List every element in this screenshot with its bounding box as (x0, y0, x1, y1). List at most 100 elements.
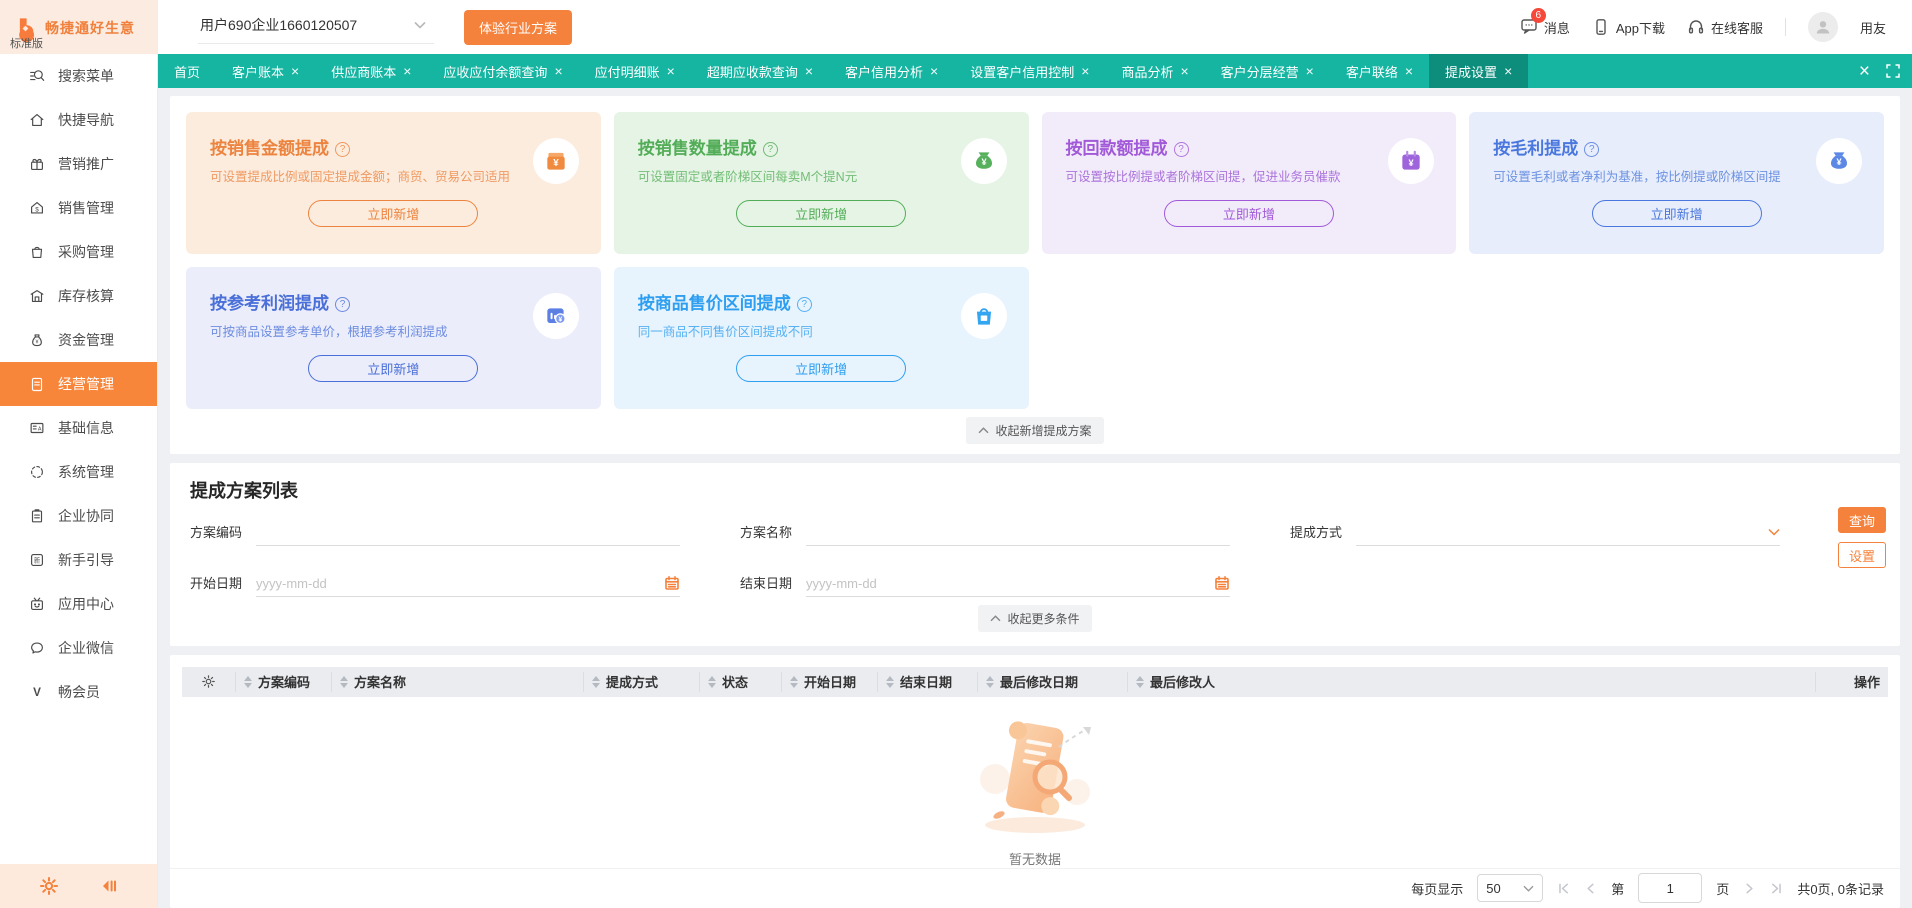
close-tab-icon[interactable] (1180, 63, 1188, 79)
tab-ar-ap-balance[interactable]: 应收应付余额查询 (427, 54, 578, 88)
settings-button[interactable]: 设置 (1838, 542, 1886, 568)
close-tab-icon[interactable] (1405, 63, 1413, 79)
empty-data-illustration (980, 721, 1092, 833)
column-start-date[interactable]: 开始日期 (782, 671, 878, 692)
sort-icons[interactable] (244, 675, 252, 688)
add-now-button[interactable]: 立即新增 (308, 199, 479, 227)
tab-customer-ledger[interactable]: 客户账本 (216, 54, 315, 88)
close-tab-icon[interactable] (1081, 63, 1089, 79)
collapse-cards-button[interactable]: 收起新增提成方案 (966, 417, 1104, 444)
column-plan-name[interactable]: 方案名称 (332, 671, 584, 692)
column-settings-button[interactable] (182, 671, 236, 692)
tab-credit-analysis[interactable]: 客户信用分析 (829, 54, 954, 88)
tab-supplier-ledger[interactable]: 供应商账本 (315, 54, 427, 88)
trial-plan-button[interactable]: 体验行业方案 (464, 9, 573, 45)
chevron-down-icon[interactable] (1768, 528, 1780, 536)
page-size-select[interactable]: 50 (1477, 874, 1544, 903)
sort-icons[interactable] (592, 675, 600, 688)
sidebar-item-operations[interactable]: 经营管理 (0, 362, 157, 406)
add-now-button[interactable]: 立即新增 (1591, 199, 1762, 227)
first-page-icon[interactable] (1557, 882, 1570, 895)
close-tab-icon[interactable] (667, 63, 675, 79)
tab-overdue-ar[interactable]: 超期应收款查询 (691, 54, 829, 88)
settings-gear-icon[interactable] (39, 876, 59, 896)
sidebar-item-inventory[interactable]: 库存核算 (0, 274, 157, 318)
tab-home[interactable]: 首页 (158, 54, 216, 88)
sort-icons[interactable] (986, 675, 994, 688)
tab-ap-detail[interactable]: 应付明细账 (579, 54, 691, 88)
sidebar-item-sales-mgmt[interactable]: $ 销售管理 (0, 186, 157, 230)
end-date-input[interactable] (806, 575, 1208, 591)
sidebar-item-label: 企业微信 (58, 640, 114, 656)
collapse-filters-button[interactable]: 收起更多条件 (978, 605, 1092, 632)
close-tab-icon[interactable] (291, 63, 299, 79)
column-end-date[interactable]: 结束日期 (878, 671, 978, 692)
close-tab-icon[interactable] (1306, 63, 1314, 79)
sidebar-item-member[interactable]: V 畅会员 (0, 670, 157, 714)
sidebar-item-quick-nav[interactable]: 快捷导航 (0, 98, 157, 142)
add-now-button[interactable]: 立即新增 (736, 354, 907, 382)
tab-customer-contact[interactable]: 客户联络 (1330, 54, 1429, 88)
close-tab-icon[interactable] (403, 63, 411, 79)
sidebar-item-funds[interactable]: ¥ 资金管理 (0, 318, 157, 362)
column-label: 状态 (722, 675, 749, 691)
sort-icons[interactable] (340, 675, 348, 688)
avatar[interactable] (1807, 12, 1838, 42)
sort-icons[interactable] (708, 675, 716, 688)
plan-name-input[interactable] (806, 524, 1230, 540)
sidebar-item-collaboration[interactable]: 企业协同 (0, 494, 157, 538)
help-icon[interactable] (335, 142, 350, 157)
sort-icons[interactable] (1136, 675, 1144, 688)
column-plan-code[interactable]: 方案编码 (236, 671, 332, 692)
sort-icons[interactable] (790, 675, 798, 688)
sidebar-item-beginner-guide[interactable]: 新 新手引导 (0, 538, 157, 582)
help-icon[interactable] (1173, 142, 1189, 157)
query-button[interactable]: 查询 (1838, 507, 1886, 533)
help-icon[interactable] (1584, 142, 1600, 157)
card-sales-qty-commission: 按销售数量提成 可设置固定或者阶梯区间每卖M个提N元 ¥ 立即新增 (613, 112, 1029, 254)
help-icon[interactable] (335, 297, 350, 312)
column-status[interactable]: 状态 (700, 671, 782, 692)
commission-type-select[interactable] (1356, 524, 1762, 540)
fullscreen-icon[interactable] (1886, 64, 1900, 78)
tab-commission-settings[interactable]: 提成设置 (1429, 54, 1529, 88)
last-page-icon[interactable] (1770, 882, 1783, 895)
start-date-input[interactable] (256, 575, 658, 591)
add-now-button[interactable]: 立即新增 (736, 199, 907, 227)
account-selector[interactable]: 用户690企业1660120507 (198, 11, 434, 44)
add-now-button[interactable]: 立即新增 (1163, 199, 1334, 227)
tab-product-analysis[interactable]: 商品分析 (1105, 54, 1204, 88)
tab-customer-tiering[interactable]: 客户分层经营 (1205, 54, 1330, 88)
messages-button[interactable]: 6 消息 (1520, 7, 1570, 38)
app-download-button[interactable]: App下载 (1592, 18, 1665, 37)
close-all-icon[interactable] (1859, 62, 1870, 81)
column-commission-type[interactable]: 提成方式 (584, 671, 700, 692)
sort-icons[interactable] (886, 675, 894, 688)
sidebar-item-marketing[interactable]: 营销推广 (0, 142, 157, 186)
plan-code-input[interactable] (256, 524, 680, 540)
add-now-button[interactable]: 立即新增 (308, 354, 479, 382)
close-tab-icon[interactable] (930, 63, 938, 79)
page-number-input[interactable] (1638, 873, 1703, 904)
column-last-modified-date[interactable]: 最后修改日期 (978, 671, 1128, 692)
sidebar-item-purchase-mgmt[interactable]: 采购管理 (0, 230, 157, 274)
calendar-icon[interactable] (1214, 575, 1230, 591)
calendar-icon[interactable] (664, 575, 680, 591)
column-last-modified-by[interactable]: 最后修改人 (1128, 671, 1816, 692)
close-tab-icon[interactable] (554, 63, 562, 79)
next-page-icon[interactable] (1743, 882, 1756, 895)
help-icon[interactable] (762, 142, 778, 157)
tab-label: 提成设置 (1445, 64, 1498, 80)
sidebar-item-app-center[interactable]: 应用中心 (0, 582, 157, 626)
sidebar-item-system-mgmt[interactable]: 系统管理 (0, 450, 157, 494)
close-tab-icon[interactable] (1504, 63, 1512, 79)
tab-credit-control[interactable]: 设置客户信用控制 (954, 54, 1105, 88)
sidebar-item-search-menu[interactable]: 搜索菜单 (0, 54, 157, 98)
sidebar-item-base-info[interactable]: A 基础信息 (0, 406, 157, 450)
sidebar-item-wecom[interactable]: 企业微信 (0, 626, 157, 670)
collapse-sidebar-icon[interactable] (98, 876, 118, 896)
close-tab-icon[interactable] (805, 63, 813, 79)
online-support-button[interactable]: 在线客服 (1687, 18, 1763, 37)
prev-page-icon[interactable] (1584, 882, 1597, 895)
help-icon[interactable] (796, 297, 812, 312)
